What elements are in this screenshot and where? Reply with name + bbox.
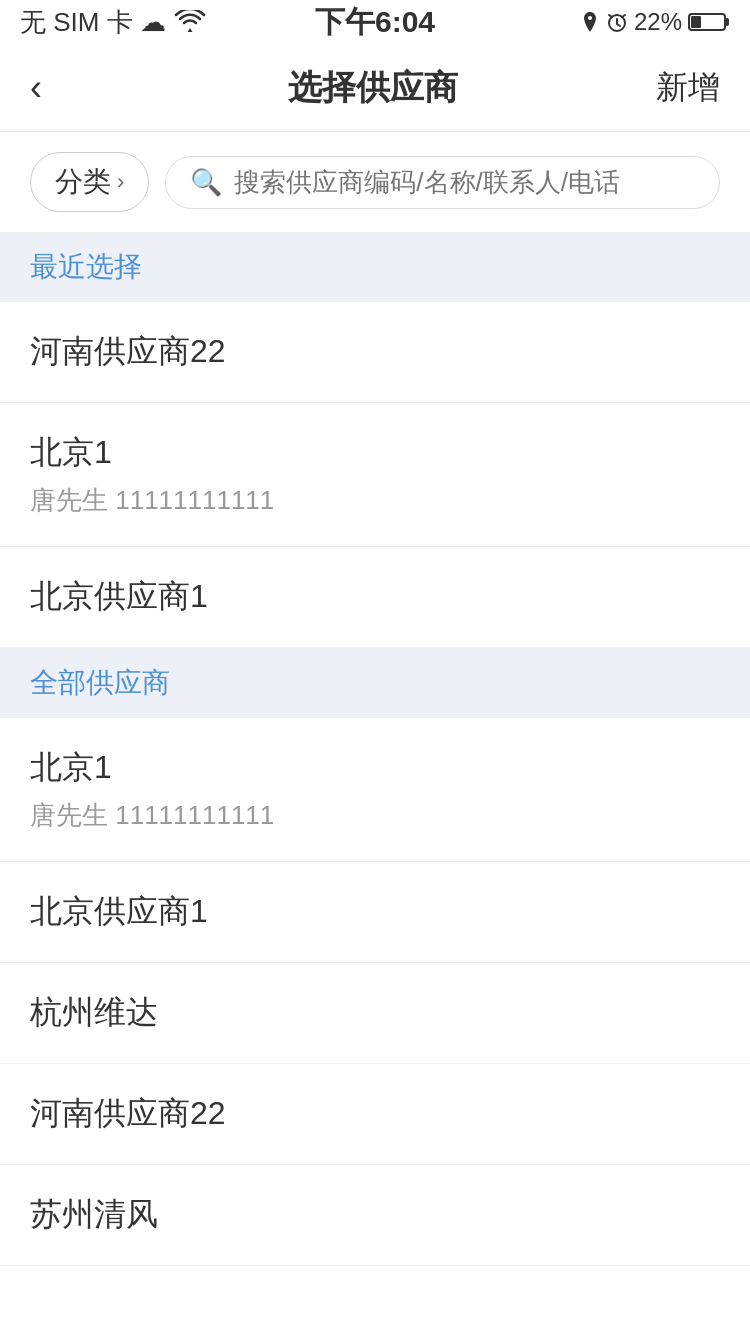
supplier-name: 河南供应商22	[30, 330, 720, 374]
chevron-right-icon: ›	[117, 169, 124, 195]
search-icon: 🔍	[190, 167, 222, 198]
list-item[interactable]: 河南供应商22	[0, 1064, 750, 1165]
supplier-sub: 唐先生 11111111111	[30, 483, 720, 518]
status-right: 22%	[580, 8, 730, 36]
supplier-name: 北京供应商1	[30, 890, 720, 934]
list-item[interactable]: 北京1 唐先生 11111111111	[0, 403, 750, 547]
wifi-icon	[174, 10, 206, 34]
list-item[interactable]: 河南供应商22	[0, 302, 750, 403]
no-sim-label: 无 SIM 卡 ☁	[20, 5, 166, 40]
recent-section-label: 最近选择	[30, 251, 142, 282]
supplier-name: 河南供应商22	[30, 1092, 720, 1136]
recent-list: 河南供应商22 北京1 唐先生 11111111111 北京供应商1	[0, 302, 750, 648]
supplier-name: 苏州清风	[30, 1193, 720, 1237]
alarm-icon	[606, 10, 628, 34]
all-section-header: 全部供应商	[0, 648, 750, 718]
back-button[interactable]: ‹	[30, 67, 90, 109]
all-list: 北京1 唐先生 11111111111 北京供应商1 杭州维达 河南供应商22 …	[0, 718, 750, 1266]
status-time: 下午6:04	[315, 2, 435, 43]
list-item[interactable]: 北京1 唐先生 11111111111	[0, 718, 750, 862]
battery-label: 22%	[634, 8, 682, 36]
list-item[interactable]: 苏州清风	[0, 1165, 750, 1266]
svg-rect-3	[691, 16, 701, 28]
search-input[interactable]	[234, 167, 695, 198]
supplier-name: 杭州维达	[30, 991, 720, 1035]
category-label: 分类	[55, 163, 111, 201]
page-title: 选择供应商	[288, 65, 458, 111]
list-item[interactable]: 杭州维达	[0, 963, 750, 1064]
recent-section-header: 最近选择	[0, 232, 750, 302]
status-left: 无 SIM 卡 ☁	[20, 5, 206, 40]
supplier-name: 北京1	[30, 746, 720, 790]
filter-bar: 分类 › 🔍	[0, 132, 750, 232]
svg-rect-2	[725, 18, 729, 26]
search-box[interactable]: 🔍	[165, 156, 720, 209]
list-item[interactable]: 北京供应商1	[0, 547, 750, 648]
category-button[interactable]: 分类 ›	[30, 152, 149, 212]
all-section-label: 全部供应商	[30, 667, 170, 698]
location-icon	[580, 10, 600, 34]
nav-bar: ‹ 选择供应商 新增	[0, 44, 750, 132]
battery-icon	[688, 11, 730, 33]
add-button[interactable]: 新增	[656, 66, 720, 110]
supplier-name: 北京供应商1	[30, 575, 720, 619]
list-item[interactable]: 北京供应商1	[0, 862, 750, 963]
supplier-sub: 唐先生 11111111111	[30, 798, 720, 833]
status-bar: 无 SIM 卡 ☁ 下午6:04 22%	[0, 0, 750, 44]
supplier-name: 北京1	[30, 431, 720, 475]
